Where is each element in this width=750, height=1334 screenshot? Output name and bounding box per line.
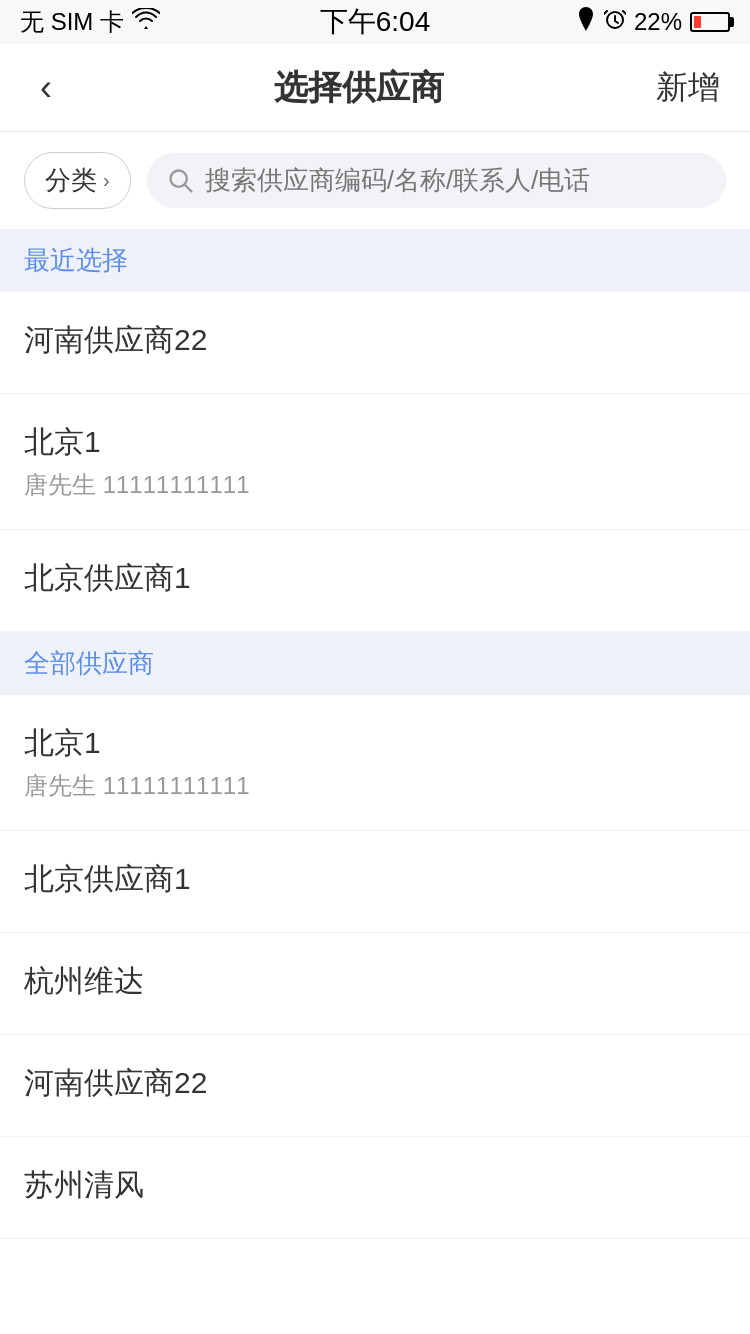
item-name-1-0: 北京1 [24,723,726,764]
search-box[interactable] [147,153,726,208]
item-name-0-1: 北京1 [24,422,726,463]
battery-icon [690,12,730,32]
list-item-1-1[interactable]: 北京供应商1 [0,831,750,933]
list-item-1-3[interactable]: 河南供应商22 [0,1035,750,1137]
category-label: 分类 [45,163,97,198]
list-item-1-4[interactable]: 苏州清风 [0,1137,750,1239]
list-item-1-0[interactable]: 北京1 唐先生 11111111111 [0,695,750,831]
search-input[interactable] [205,165,706,196]
item-name-1-4: 苏州清风 [24,1165,726,1206]
category-filter[interactable]: 分类 › [24,152,131,209]
location-icon [576,7,596,37]
section-header-1: 全部供应商 [0,632,750,695]
battery-percent: 22% [634,8,682,36]
list-item-0-2[interactable]: 北京供应商1 [0,530,750,632]
list-item-0-0[interactable]: 河南供应商22 [0,292,750,394]
wifi-icon [132,8,160,36]
list-item-0-1[interactable]: 北京1 唐先生 11111111111 [0,394,750,530]
item-name-1-1: 北京供应商1 [24,859,726,900]
list-item-1-2[interactable]: 杭州维达 [0,933,750,1035]
page-title: 选择供应商 [274,65,444,111]
alarm-icon [604,7,626,37]
chevron-right-icon: › [103,169,110,192]
content-area: 最近选择河南供应商22 北京1 唐先生 11111111111 北京供应商1 全部供应商… [0,229,750,1239]
item-name-1-3: 河南供应商22 [24,1063,726,1104]
add-button[interactable]: 新增 [656,66,720,110]
status-time: 下午6:04 [320,3,431,41]
section-header-0: 最近选择 [0,229,750,292]
item-name-0-0: 河南供应商22 [24,320,726,361]
status-bar: 无 SIM 卡 下午6:04 22% [0,0,750,44]
item-name-0-2: 北京供应商1 [24,558,726,599]
back-button[interactable]: ‹ [30,57,62,119]
svg-line-2 [185,185,191,191]
item-sub-0-1: 唐先生 11111111111 [24,469,726,501]
navigation-bar: ‹ 选择供应商 新增 [0,44,750,132]
carrier-text: 无 SIM 卡 [20,6,124,38]
filter-bar: 分类 › [0,132,750,229]
item-name-1-2: 杭州维达 [24,961,726,1002]
search-icon [167,167,195,195]
status-left: 无 SIM 卡 [20,6,160,38]
item-sub-1-0: 唐先生 11111111111 [24,770,726,802]
status-right: 22% [576,7,730,37]
